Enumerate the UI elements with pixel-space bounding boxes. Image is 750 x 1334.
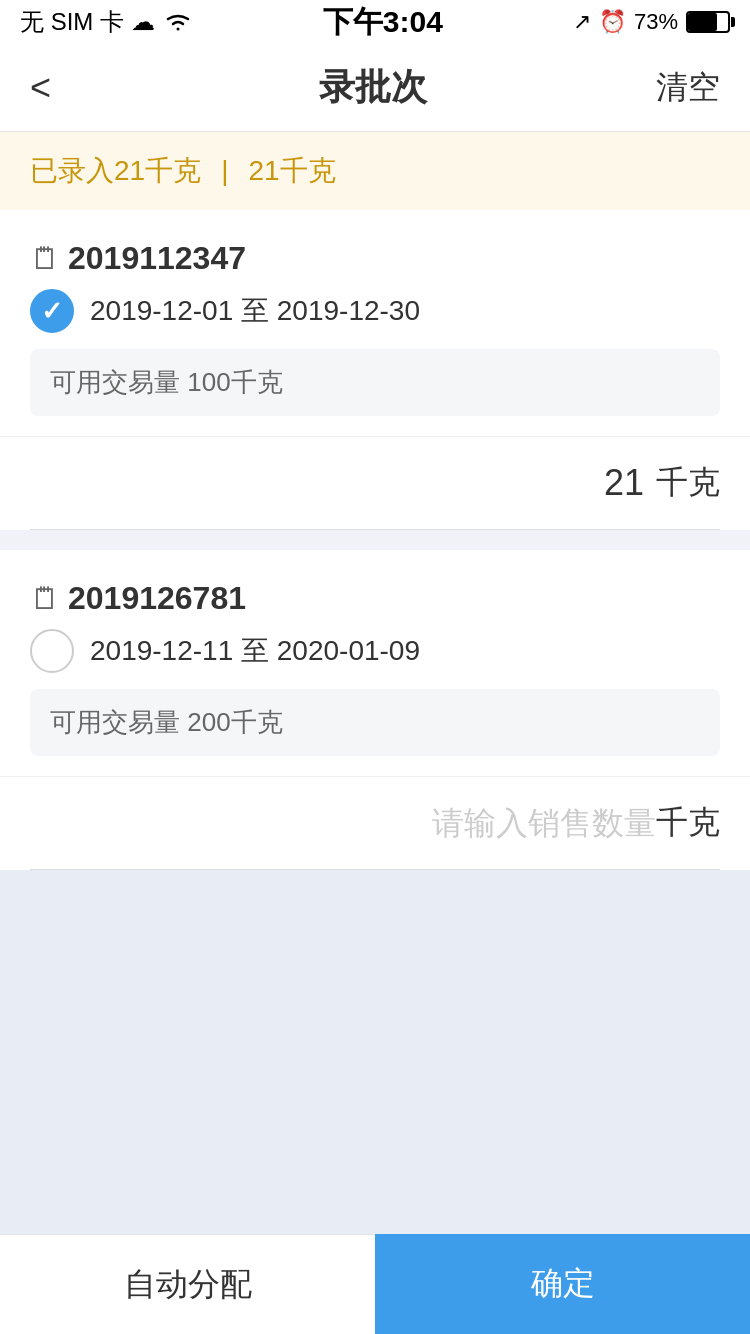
battery-percent: 73% [634,9,678,35]
batch-2-date: 2019-12-11 至 2020-01-09 [90,632,420,670]
batch-1-quantity-row: 21 千克 [0,436,750,529]
content-area: 🗒 2019112347 2019-12-01 至 2019-12-30 可用交… [0,210,750,1334]
batch-card-1: 🗒 2019112347 2019-12-01 至 2019-12-30 可用交… [0,210,750,530]
batch-card-2: 🗒 2019126781 2019-12-11 至 2020-01-09 可用交… [0,550,750,870]
batch-2-radio[interactable] [30,629,74,673]
bottom-empty-area [0,870,750,1270]
info-banner: 已录入21千克 | 21千克 [0,132,750,210]
batch-2-available: 可用交易量 200千克 [30,689,720,756]
bottom-buttons: 自动分配 确定 [0,1234,750,1334]
sim-label: 无 SIM 卡 ☁ [20,6,155,38]
batch-card-1-inner: 🗒 2019112347 2019-12-01 至 2019-12-30 可用交… [0,210,750,436]
doc-icon-2: 🗒 [30,582,60,616]
batch-2-id: 2019126781 [68,580,246,617]
status-right: ↗ ⏰ 73% [573,9,730,35]
batch-1-header: 🗒 2019112347 [30,240,720,277]
auto-distribute-button[interactable]: 自动分配 [0,1234,375,1334]
confirm-button[interactable]: 确定 [375,1234,750,1334]
clear-button[interactable]: 清空 [656,66,720,110]
batch-1-id: 2019112347 [68,240,246,277]
wifi-icon [163,11,193,33]
back-button[interactable]: < [30,67,90,109]
nav-bar: < 录批次 清空 [0,44,750,132]
batch-2-quantity-row: 千克 [0,776,750,869]
info-amount: 21千克 [248,152,335,190]
status-bar: 无 SIM 卡 ☁ 下午3:04 ↗ ⏰ 73% [0,0,750,44]
batch-1-available: 可用交易量 100千克 [30,349,720,416]
batch-1-date: 2019-12-01 至 2019-12-30 [90,292,420,330]
batch-card-2-inner: 🗒 2019126781 2019-12-11 至 2020-01-09 可用交… [0,550,750,776]
location-icon: ↗ [573,9,591,35]
alarm-icon: ⏰ [599,9,626,35]
recorded-label: 已录入21千克 [30,152,201,190]
batch-1-date-row: 2019-12-01 至 2019-12-30 [30,289,720,333]
status-time: 下午3:04 [323,2,443,43]
batch-2-quantity-unit: 千克 [656,801,720,845]
doc-icon-1: 🗒 [30,242,60,276]
batch-1-quantity-value: 21 [604,462,644,504]
batch-2-input-row: 千克 [356,801,720,845]
info-divider: | [221,155,228,187]
section-separator-1 [0,530,750,550]
batch-2-header: 🗒 2019126781 [30,580,720,617]
batch-2-date-row: 2019-12-11 至 2020-01-09 [30,629,720,673]
status-left: 无 SIM 卡 ☁ [20,6,193,38]
batch-1-radio[interactable] [30,289,74,333]
batch-2-quantity-input[interactable] [356,805,656,842]
batch-1-quantity-unit: 千克 [656,461,720,505]
page-title: 录批次 [319,63,427,112]
battery-icon [686,11,730,33]
